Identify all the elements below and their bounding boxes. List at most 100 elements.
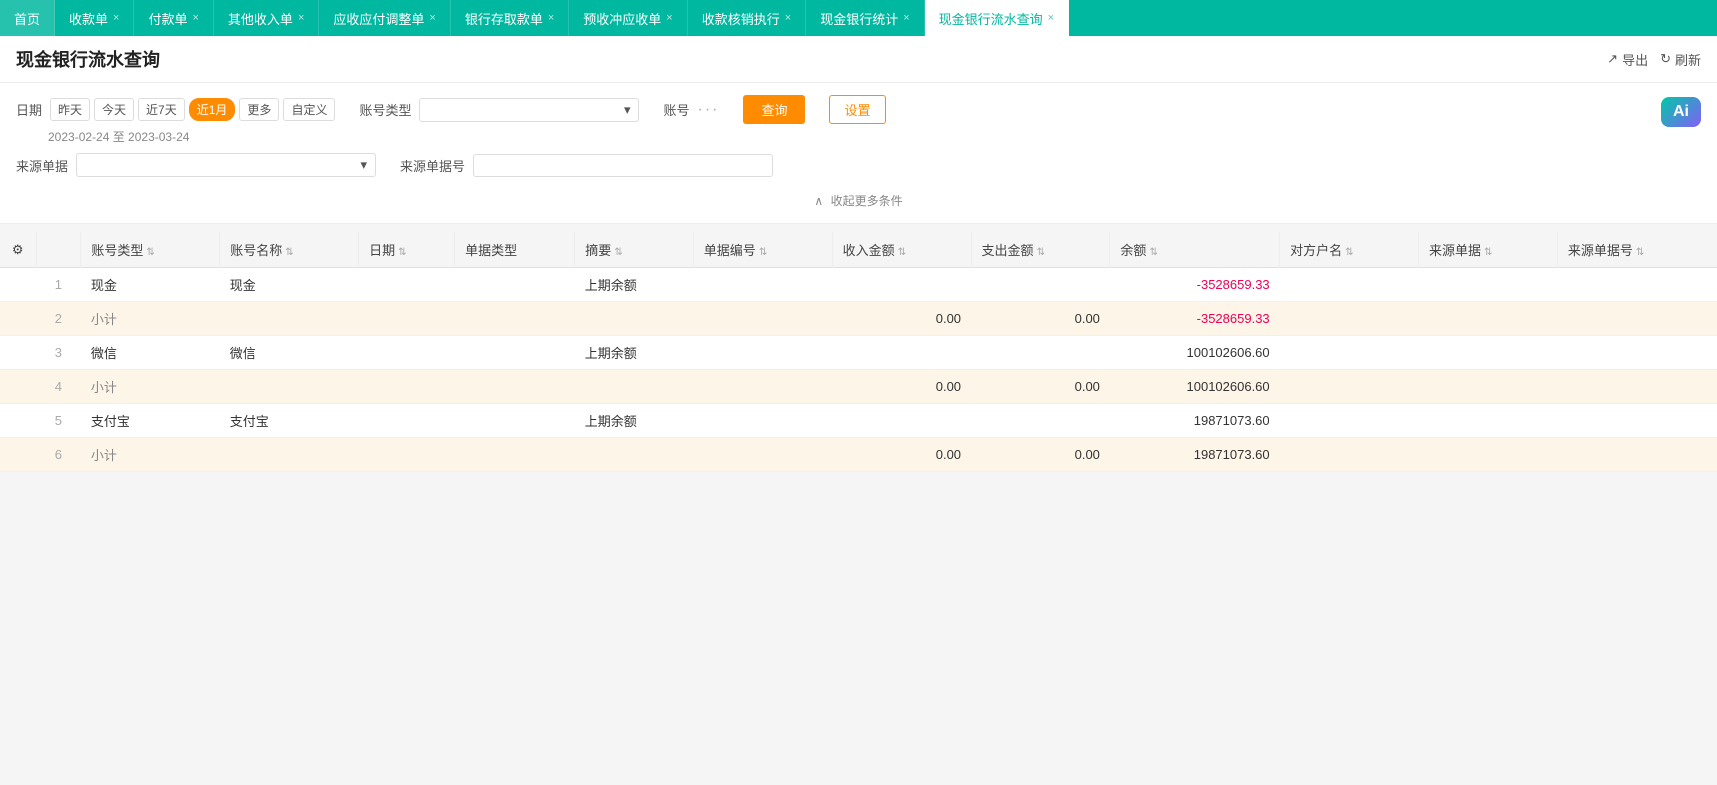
cell-account-type: 小计	[81, 302, 220, 336]
table-row: 4小计0.000.00100102606.60	[0, 370, 1717, 404]
nav-close-icon[interactable]: ×	[903, 12, 909, 24]
col-header-doc_type: 单据类型	[455, 232, 575, 268]
source-doc-no-input[interactable]	[482, 158, 764, 173]
account-filter-group: 账号 ···	[663, 100, 719, 119]
nav-item-receipt[interactable]: 收款单×	[55, 0, 134, 36]
collapse-icon: ∧	[814, 194, 823, 208]
sort-icon-income: ⇅	[898, 247, 906, 258]
date-btn-more[interactable]: 更多	[239, 98, 279, 121]
col-header-account_type[interactable]: 账号类型⇅	[81, 232, 220, 268]
sort-icon-counterpart: ⇅	[1345, 247, 1353, 258]
col-header-gear: ⚙	[0, 232, 36, 268]
table-row: 6小计0.000.0019871073.60	[0, 438, 1717, 472]
date-btn-yesterday[interactable]: 昨天	[50, 98, 90, 121]
sort-icon-account_name: ⇅	[285, 247, 293, 258]
collapse-label: 收起更多条件	[831, 194, 903, 208]
col-header-counterpart[interactable]: 对方户名⇅	[1280, 232, 1419, 268]
nav-item-receipt-verify[interactable]: 收款核销执行×	[688, 0, 806, 36]
account-type-label: 账号类型	[359, 100, 411, 119]
nav-item-ar-ap-adjust[interactable]: 应收应付调整单×	[319, 0, 450, 36]
page-header: 现金银行流水查询 ↗ 导出 ↻ 刷新	[0, 36, 1717, 83]
table-row: 2小计0.000.00-3528659.33	[0, 302, 1717, 336]
col-header-account_name[interactable]: 账号名称⇅	[220, 232, 359, 268]
col-header-summary[interactable]: 摘要⇅	[575, 232, 694, 268]
settings-button[interactable]: 设置	[829, 95, 885, 124]
date-btn-today[interactable]: 今天	[94, 98, 134, 121]
filter-area: 日期 昨天今天近7天近1月更多自定义 账号类型 ▾ 账号 ··· 查询 设置 2…	[0, 83, 1717, 224]
nav-item-bank-deposit[interactable]: 银行存取款单×	[451, 0, 569, 36]
refresh-icon: ↻	[1660, 51, 1671, 67]
sort-icon-date: ⇅	[398, 247, 406, 258]
nav-item-cash-stat[interactable]: 现金银行统计×	[806, 0, 924, 36]
col-header-balance[interactable]: 余额⇅	[1110, 232, 1280, 268]
sort-icon-account_type: ⇅	[146, 247, 154, 258]
nav-close-icon[interactable]: ×	[666, 12, 672, 24]
sort-icon-summary: ⇅	[614, 247, 622, 258]
nav-close-icon[interactable]: ×	[1048, 12, 1054, 24]
source-doc-select[interactable]: ▾	[76, 153, 376, 177]
filter-row-2: 来源单据 ▾ 来源单据号	[16, 153, 1701, 177]
nav-close-icon[interactable]: ×	[298, 12, 304, 24]
col-header-expense[interactable]: 支出金额⇅	[971, 232, 1110, 268]
account-type-filter-group: 账号类型 ▾	[359, 98, 639, 122]
cell-account-type: 小计	[81, 438, 220, 472]
date-btn-custom[interactable]: 自定义	[283, 98, 335, 121]
date-filter-group: 日期 昨天今天近7天近1月更多自定义	[16, 98, 335, 121]
col-header-date[interactable]: 日期⇅	[359, 232, 455, 268]
cell-account-type: 小计	[81, 370, 220, 404]
col-header-num	[36, 232, 81, 268]
source-doc-no-label: 来源单据号	[400, 156, 465, 175]
account-dots[interactable]: ···	[697, 101, 719, 119]
nav-item-cash-flow[interactable]: 现金银行流水查询×	[925, 0, 1069, 36]
export-icon: ↗	[1607, 51, 1618, 67]
source-doc-no-input-wrap	[473, 154, 773, 177]
page-title: 现金银行流水查询	[16, 46, 160, 72]
date-label: 日期	[16, 100, 42, 119]
nav-close-icon[interactable]: ×	[192, 12, 198, 24]
table-header-row: ⚙ 账号类型⇅账号名称⇅日期⇅单据类型摘要⇅单据编号⇅收入金额⇅支出金额⇅余额⇅对…	[0, 232, 1717, 268]
account-label: 账号	[663, 100, 689, 119]
nav-item-home[interactable]: 首页	[0, 0, 55, 36]
cell-account-type: 现金	[81, 268, 220, 302]
source-doc-filter-group: 来源单据 ▾	[16, 153, 376, 177]
cell-account-type: 支付宝	[81, 404, 220, 438]
col-header-source_doc_no[interactable]: 来源单据号⇅	[1557, 232, 1717, 268]
source-doc-label: 来源单据	[16, 156, 68, 175]
date-range-display: 2023-02-24 至 2023-03-24	[48, 130, 189, 144]
col-header-source_doc[interactable]: 来源单据⇅	[1419, 232, 1558, 268]
top-nav: 首页收款单×付款单×其他收入单×应收应付调整单×银行存取款单×预收冲应收单×收款…	[0, 0, 1717, 36]
data-table: ⚙ 账号类型⇅账号名称⇅日期⇅单据类型摘要⇅单据编号⇅收入金额⇅支出金额⇅余额⇅对…	[0, 232, 1717, 472]
date-buttons: 昨天今天近7天近1月更多自定义	[50, 98, 335, 121]
nav-item-payment[interactable]: 付款单×	[134, 0, 213, 36]
chevron-down-icon2: ▾	[360, 157, 367, 173]
nav-close-icon[interactable]: ×	[429, 12, 435, 24]
date-btn-month1[interactable]: 近1月	[189, 98, 236, 121]
nav-item-prepay[interactable]: 预收冲应收单×	[569, 0, 687, 36]
nav-close-icon[interactable]: ×	[785, 12, 791, 24]
col-header-income[interactable]: 收入金额⇅	[832, 232, 971, 268]
header-actions: ↗ 导出 ↻ 刷新	[1607, 50, 1701, 69]
sort-icon-source_doc_no: ⇅	[1636, 247, 1644, 258]
col-header-doc_no[interactable]: 单据编号⇅	[693, 232, 832, 268]
sort-icon-doc_no: ⇅	[759, 247, 767, 258]
sort-icon-expense: ⇅	[1037, 247, 1045, 258]
collapse-bar[interactable]: ∧ 收起更多条件	[16, 187, 1701, 217]
filter-row-1: 日期 昨天今天近7天近1月更多自定义 账号类型 ▾ 账号 ··· 查询 设置	[16, 95, 1701, 124]
nav-close-icon[interactable]: ×	[113, 12, 119, 24]
nav-close-icon[interactable]: ×	[548, 12, 554, 24]
sort-icon-source_doc: ⇅	[1484, 247, 1492, 258]
nav-item-other-income[interactable]: 其他收入单×	[214, 0, 319, 36]
table-row: 5支付宝支付宝上期余额19871073.60	[0, 404, 1717, 438]
chevron-down-icon: ▾	[624, 102, 631, 118]
date-btn-week[interactable]: 近7天	[138, 98, 185, 121]
ai-badge[interactable]: Ai	[1661, 97, 1701, 127]
table-row: 1现金现金上期余额-3528659.33	[0, 268, 1717, 302]
cell-account-type: 微信	[81, 336, 220, 370]
query-button[interactable]: 查询	[743, 95, 805, 124]
export-button[interactable]: ↗ 导出	[1607, 50, 1648, 69]
account-type-select[interactable]: ▾	[419, 98, 639, 122]
sort-icon-balance: ⇅	[1149, 247, 1157, 258]
source-doc-no-filter-group: 来源单据号	[400, 154, 773, 177]
table-row: 3微信微信上期余额100102606.60	[0, 336, 1717, 370]
refresh-button[interactable]: ↻ 刷新	[1660, 50, 1701, 69]
